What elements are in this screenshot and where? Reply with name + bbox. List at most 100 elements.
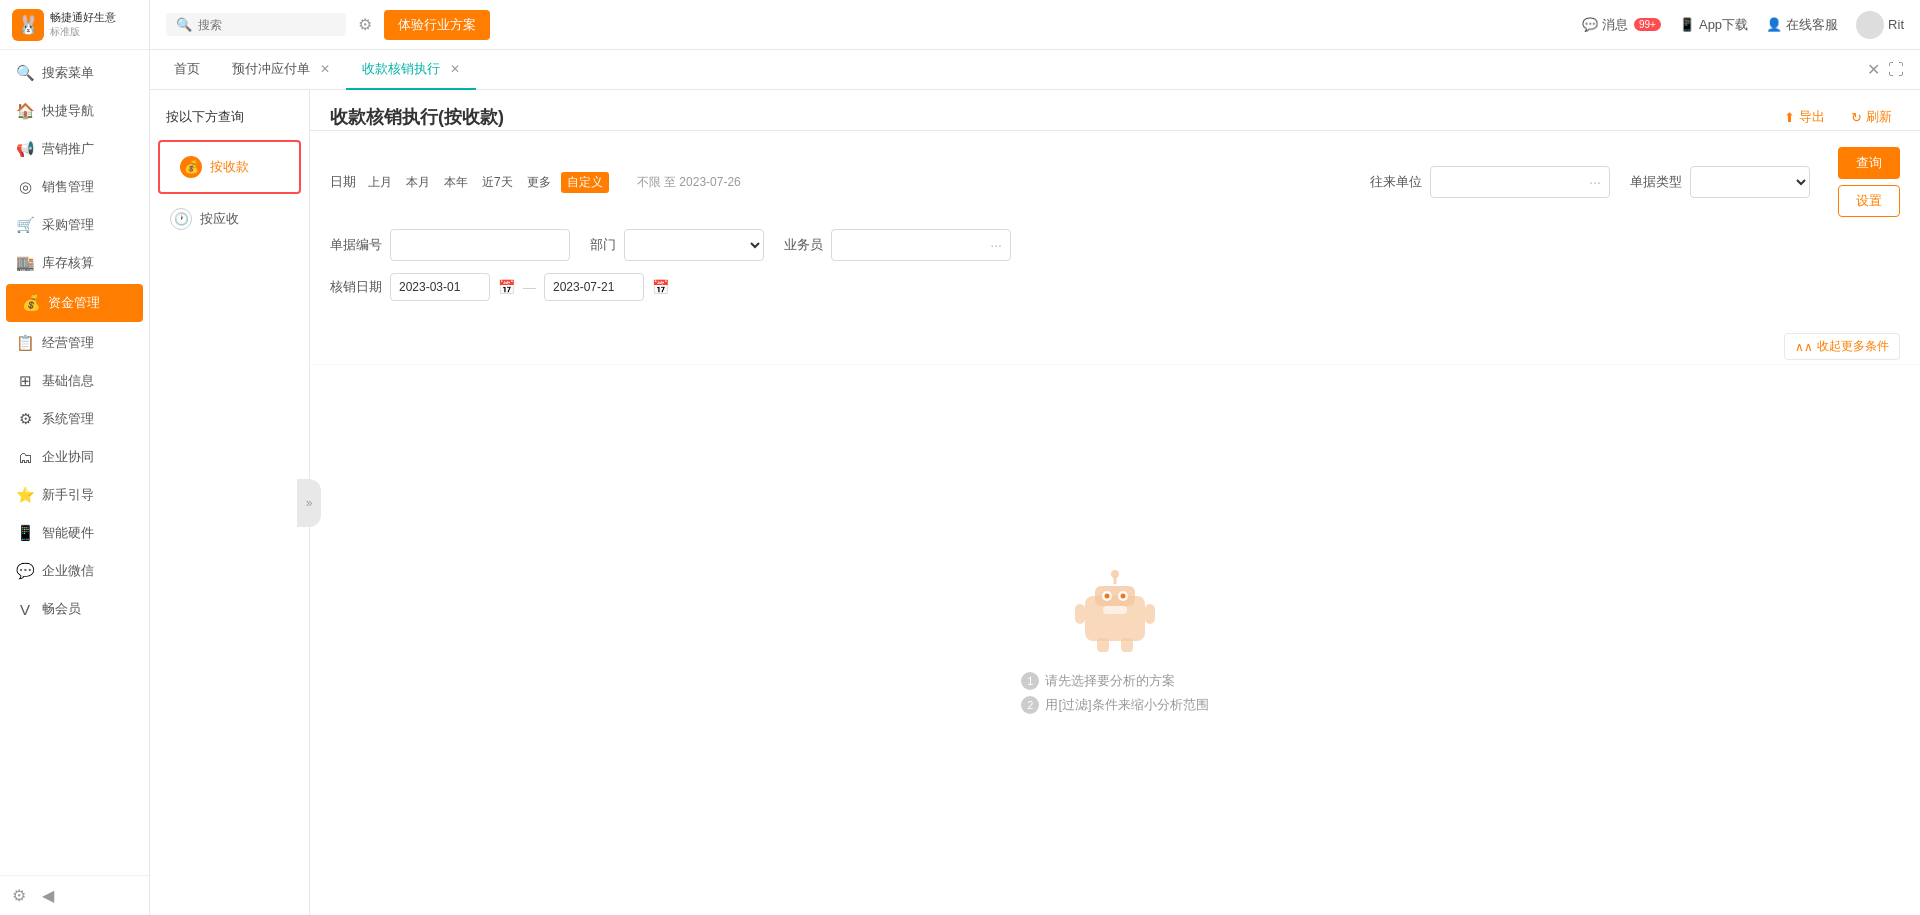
- receivable-icon: 🕐: [170, 208, 192, 230]
- verify-date-end[interactable]: [544, 273, 644, 301]
- online-service-btn[interactable]: 👤 在线客服: [1766, 16, 1838, 34]
- doc-no-input[interactable]: [390, 229, 570, 261]
- sidebar-label-search-menu: 搜索菜单: [42, 64, 94, 82]
- staff-item: 业务员 ···: [784, 229, 1011, 261]
- tab-collect-offset-close[interactable]: ✕: [450, 62, 460, 76]
- collapse-row: ∧∧ 收起更多条件: [310, 329, 1920, 364]
- sidebar-label-system: 系统管理: [42, 410, 94, 428]
- sidebar-item-enterprise[interactable]: 🗂企业协同: [0, 438, 149, 476]
- main-content: 收款核销执行(按收款) ⬆ 导出 ↻ 刷新 日期: [310, 90, 1920, 915]
- doc-type-select[interactable]: [1690, 166, 1810, 198]
- sidebar-item-system[interactable]: ⚙系统管理: [0, 400, 149, 438]
- partner-input[interactable]: ···: [1430, 166, 1610, 198]
- sidebar-item-marketing[interactable]: 📢营销推广: [0, 130, 149, 168]
- action-btns: 查询 设置: [1838, 147, 1900, 217]
- tab-home[interactable]: 首页: [158, 50, 216, 90]
- tab-prepay-close[interactable]: ✕: [320, 62, 330, 76]
- verify-date-start[interactable]: [390, 273, 490, 301]
- svg-rect-8: [1145, 604, 1155, 624]
- logo-sub: 标准版: [50, 25, 116, 39]
- sidebar-item-basic-info[interactable]: ⊞基础信息: [0, 362, 149, 400]
- sidebar-item-inventory[interactable]: 🏬库存核算: [0, 244, 149, 282]
- partner-item: 往来单位 ···: [1370, 166, 1610, 198]
- sidebar-item-newbie[interactable]: ⭐新手引导: [0, 476, 149, 514]
- receipt-icon: 💰: [180, 156, 202, 178]
- user-name: Rit: [1888, 17, 1904, 32]
- search-form: 日期 上月 本月 本年 近7天 更多 自定义 不限 至 2023-07-26: [310, 131, 1920, 329]
- sidebar-item-smart-hw[interactable]: 📱智能硬件: [0, 514, 149, 552]
- verify-date-label: 核销日期: [330, 278, 382, 296]
- enterprise-icon: 🗂: [16, 449, 34, 466]
- tabbar-right: ✕ ⛶: [1867, 60, 1912, 79]
- smart-hw-icon: 📱: [16, 524, 34, 542]
- svg-point-12: [1111, 570, 1119, 578]
- date-nolimit-text: 不限 至 2023-07-26: [637, 174, 741, 191]
- service-label: 在线客服: [1786, 16, 1838, 34]
- refresh-btn[interactable]: ↻ 刷新: [1843, 104, 1900, 130]
- filter-by-receipt[interactable]: 💰 按收款: [160, 146, 299, 188]
- sidebar-item-finance[interactable]: 💰资金管理: [6, 284, 143, 322]
- topbar-search-box[interactable]: 🔍: [166, 13, 346, 36]
- collapse-sidebar-icon[interactable]: ◀: [42, 886, 54, 905]
- app-label: App下载: [1699, 16, 1748, 34]
- settings-bottom-icon[interactable]: ⚙: [12, 886, 26, 905]
- sidebar-item-quick-nav[interactable]: 🏠快捷导航: [0, 92, 149, 130]
- gear-icon[interactable]: ⚙: [358, 15, 372, 34]
- filter-by-receivable[interactable]: 🕐 按应收: [150, 198, 309, 240]
- sidebar-item-sales[interactable]: ◎销售管理: [0, 168, 149, 206]
- date-separator: —: [523, 280, 536, 295]
- sidebar-label-quick-nav: 快捷导航: [42, 102, 94, 120]
- staff-input[interactable]: ···: [831, 229, 1011, 261]
- sidebar-item-purchase[interactable]: 🛒采购管理: [0, 206, 149, 244]
- sidebar-label-finance: 资金管理: [48, 294, 100, 312]
- tab-close-all-icon[interactable]: ✕: [1867, 60, 1880, 79]
- empty-illustration: [1065, 566, 1165, 656]
- svg-rect-1: [1095, 586, 1135, 606]
- dept-select[interactable]: [624, 229, 764, 261]
- filter-by-receipt-label: 按收款: [210, 158, 249, 176]
- sidebar-label-sales: 销售管理: [42, 178, 94, 196]
- tab-fullscreen-icon[interactable]: ⛶: [1888, 61, 1904, 79]
- industry-btn[interactable]: 体验行业方案: [384, 10, 490, 40]
- sidebar-item-member[interactable]: V畅会员: [0, 590, 149, 628]
- tip-2-text: 用[过滤]条件来缩小分析范围: [1045, 696, 1208, 714]
- settings-btn[interactable]: 设置: [1838, 185, 1900, 217]
- shortcut-more[interactable]: 更多: [523, 172, 555, 193]
- staff-dots-icon: ···: [990, 237, 1002, 253]
- shortcut-cur-month[interactable]: 本月: [402, 172, 434, 193]
- tab-prepay[interactable]: 预付冲应付单 ✕: [216, 50, 346, 90]
- message-btn[interactable]: 💬 消息 99+: [1582, 16, 1661, 34]
- user-avatar: [1856, 11, 1884, 39]
- search-input[interactable]: [198, 18, 318, 32]
- sidebar-item-operations[interactable]: 📋经营管理: [0, 324, 149, 362]
- collapse-more-btn[interactable]: ∧∧ 收起更多条件: [1784, 333, 1900, 360]
- tab-collect-offset[interactable]: 收款核销执行 ✕: [346, 50, 476, 90]
- tab-collect-offset-label: 收款核销执行: [362, 60, 440, 78]
- date-label: 日期: [330, 173, 356, 191]
- shortcut-custom[interactable]: 自定义: [561, 172, 609, 193]
- tip-num-1: 1: [1021, 672, 1039, 690]
- doc-type-label: 单据类型: [1630, 173, 1682, 191]
- page-header-actions: ⬆ 导出 ↻ 刷新: [1776, 104, 1900, 130]
- date-item: 日期 上月 本月 本年 近7天 更多 自定义: [330, 172, 609, 193]
- shortcut-cur-year[interactable]: 本年: [440, 172, 472, 193]
- sidebar-menu: 🔍搜索菜单🏠快捷导航📢营销推广◎销售管理🛒采购管理🏬库存核算💰资金管理📋经营管理…: [0, 50, 149, 875]
- shortcut-7days[interactable]: 近7天: [478, 172, 517, 193]
- app-download-btn[interactable]: 📱 App下载: [1679, 16, 1748, 34]
- shortcut-prev-month[interactable]: 上月: [364, 172, 396, 193]
- verify-start-cal-icon[interactable]: 📅: [498, 279, 515, 295]
- query-btn[interactable]: 查询: [1838, 147, 1900, 179]
- refresh-icon: ↻: [1851, 110, 1862, 125]
- form-row-2: 单据编号 部门 业务员 ···: [330, 229, 1900, 261]
- sidebar: 🐰 畅捷通好生意 标准版 🔍搜索菜单🏠快捷导航📢营销推广◎销售管理🛒采购管理🏬库…: [0, 0, 150, 915]
- dept-item: 部门: [590, 229, 764, 261]
- sidebar-label-purchase: 采购管理: [42, 216, 94, 234]
- user-menu[interactable]: Rit: [1856, 11, 1904, 39]
- verify-date-item: 核销日期 📅 — 📅: [330, 273, 669, 301]
- sidebar-item-wechat[interactable]: 💬企业微信: [0, 552, 149, 590]
- sidebar-item-search-menu[interactable]: 🔍搜索菜单: [0, 54, 149, 92]
- content-area: 按以下方查询 💰 按收款 🕐 按应收 » 收款核销执行(按收款) ⬆: [150, 90, 1920, 915]
- export-btn[interactable]: ⬆ 导出: [1776, 104, 1833, 130]
- panel-collapse-btn[interactable]: »: [297, 479, 321, 527]
- verify-end-cal-icon[interactable]: 📅: [652, 279, 669, 295]
